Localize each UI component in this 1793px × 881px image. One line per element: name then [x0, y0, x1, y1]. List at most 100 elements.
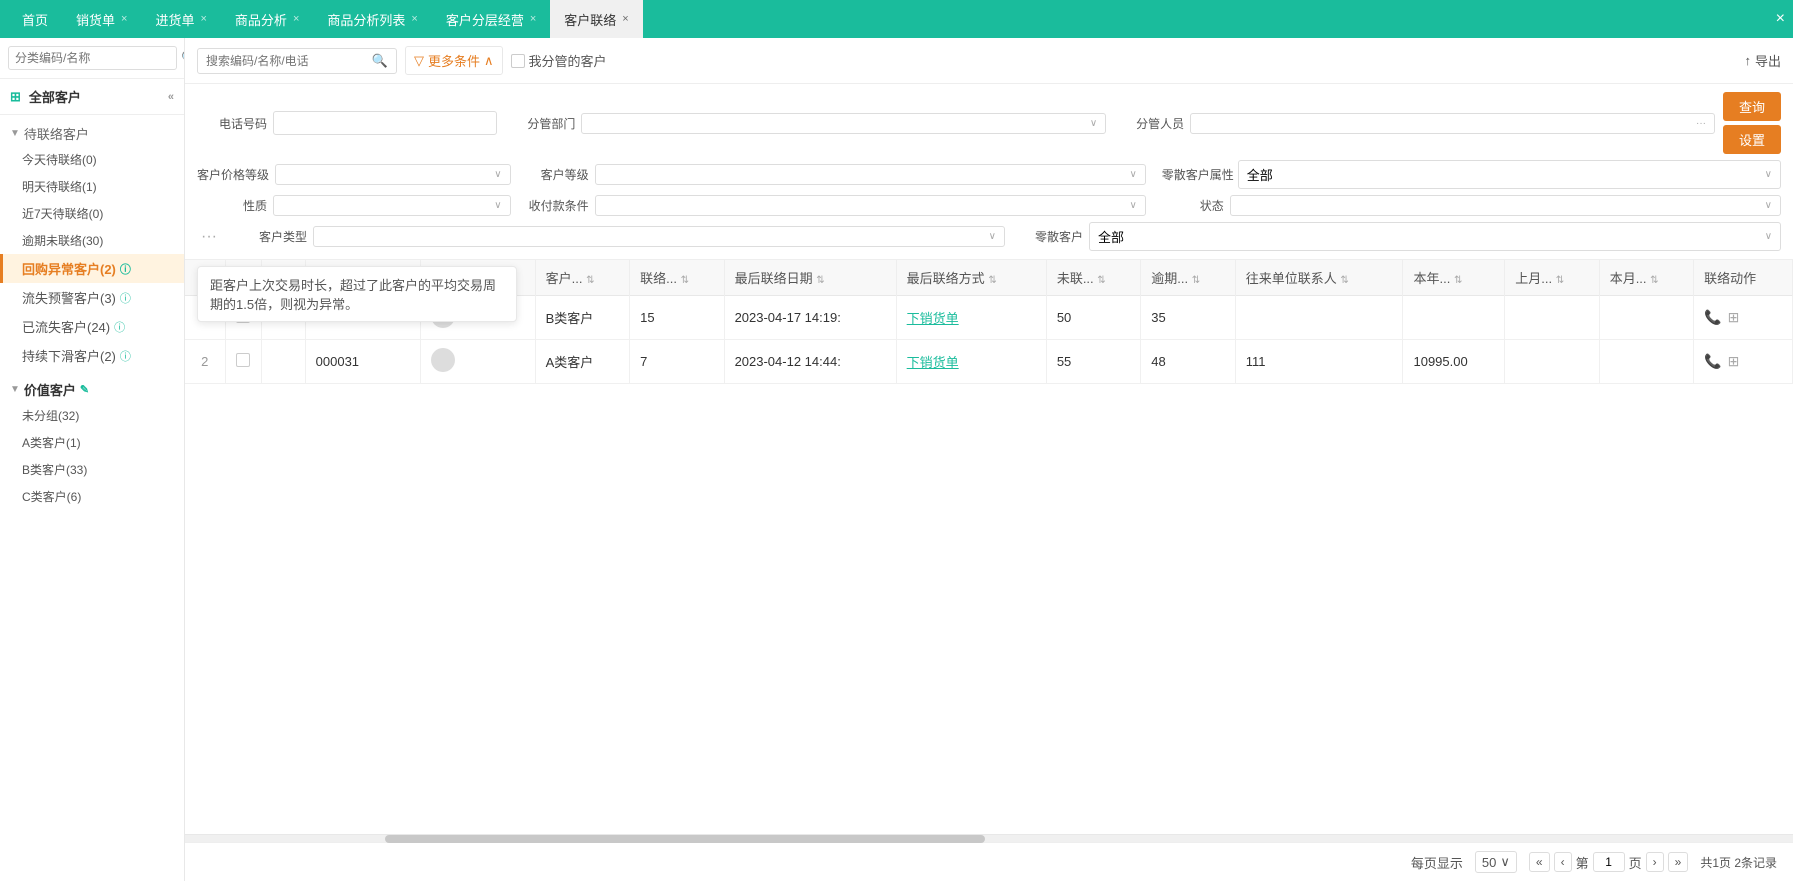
th-overdue[interactable]: 逾期... — [1141, 260, 1235, 296]
grid-icon: ⊞ — [10, 89, 21, 105]
sidebar-item-class-c[interactable]: C类客户(6) — [0, 483, 184, 510]
info-icon-repurchase[interactable]: ⓘ — [120, 261, 131, 277]
nav-item-analysis-list[interactable]: 商品分析列表 × — [313, 0, 431, 38]
last-method-link-2[interactable]: 下销货单 — [907, 355, 959, 370]
nav-item-customer-segment[interactable]: 客户分层经营 × — [432, 0, 550, 38]
info-icon-lost[interactable]: ⓘ — [114, 319, 125, 335]
filter-customer-type: 客户类型 ∨ — [237, 226, 1005, 247]
nav-close-customer-contact[interactable]: × — [622, 13, 628, 25]
retail-attr-select[interactable]: 全部 ∨ — [1238, 160, 1781, 189]
th-last-contact-method[interactable]: 最后联络方式 — [896, 260, 1046, 296]
info-icon-loss[interactable]: ⓘ — [120, 290, 131, 306]
sidebar-item-lost[interactable]: 已流失客户(24) ⓘ — [0, 312, 184, 341]
th-contact[interactable]: 联络... — [630, 260, 724, 296]
settings-button[interactable]: 设置 — [1723, 125, 1781, 154]
sidebar-collapse-btn[interactable]: « — [168, 91, 174, 103]
phone-input[interactable] — [273, 111, 497, 135]
value-group-edit-icon[interactable]: ✎ — [80, 383, 89, 396]
nav-close-purchase[interactable]: × — [200, 13, 206, 25]
nav-item-customer-contact[interactable]: 客户联络 × — [550, 0, 642, 38]
window-close-button[interactable]: × — [1776, 10, 1785, 28]
sidebar: 🔍 ⊞ 全部客户 « ▼ 待联络客户 今天待联络(0) 明天待联络(1) 近7天… — [0, 38, 185, 881]
cell-unread-2: 55 — [1046, 340, 1140, 384]
nav-item-purchase[interactable]: 进货单 × — [141, 0, 220, 38]
action-icon-grid-2[interactable]: ⊞ — [1728, 353, 1740, 370]
cell-this-month-1 — [1599, 296, 1693, 340]
sidebar-item-class-b[interactable]: B类客户(33) — [0, 456, 184, 483]
cell-unit-contact-1 — [1235, 296, 1403, 340]
info-icon-declining[interactable]: ⓘ — [120, 348, 131, 364]
sidebar-item-overdue[interactable]: 逾期未联络(30) — [0, 227, 184, 254]
search-input[interactable] — [206, 54, 368, 68]
cell-last-date-2: 2023-04-12 14:44: — [724, 340, 896, 384]
payment-select[interactable]: ∨ — [595, 195, 1146, 216]
more-conditions-btn[interactable]: ▽ 更多条件 ∧ — [405, 46, 503, 75]
nav-item-analysis[interactable]: 商品分析 × — [221, 0, 313, 38]
my-customers-check[interactable] — [511, 54, 525, 68]
filter-customer-level: 客户等级 ∨ — [519, 164, 1146, 185]
sidebar-search-input[interactable] — [8, 46, 177, 70]
gender-arrow: ∨ — [494, 200, 501, 211]
action-icon-phone-1[interactable]: 📞 — [1704, 309, 1721, 326]
th-last-month[interactable]: 上月... — [1505, 260, 1599, 296]
cell-last-month-1 — [1505, 296, 1599, 340]
filter-area: 电话号码 分管部门 ∨ 分管人员 ··· — [185, 84, 1793, 260]
action-icon-phone-2[interactable]: 📞 — [1704, 353, 1721, 370]
th-customer-type[interactable]: 客户... — [535, 260, 629, 296]
nav-close-sales[interactable]: × — [121, 13, 127, 25]
page-unit: 页 — [1629, 853, 1642, 872]
nav-item-home[interactable]: 首页 — [8, 0, 62, 38]
th-unread[interactable]: 未联... — [1046, 260, 1140, 296]
next-page-btn[interactable]: › — [1646, 852, 1664, 872]
sidebar-item-repurchase-abnormal[interactable]: 回购异常客户(2) ⓘ — [0, 254, 184, 283]
price-level-select[interactable]: ∨ — [275, 164, 511, 185]
nav-close-customer-segment[interactable]: × — [530, 13, 536, 25]
cell-overdue-2: 48 — [1141, 340, 1235, 384]
page-input[interactable] — [1593, 852, 1625, 872]
last-page-btn[interactable]: » — [1668, 852, 1689, 872]
sidebar-item-today[interactable]: 今天待联络(0) — [0, 146, 184, 173]
export-btn[interactable]: ↑ 导出 — [1744, 51, 1781, 70]
row2-checkbox[interactable] — [236, 353, 250, 367]
more-dots-btn[interactable]: ··· — [197, 228, 221, 246]
search-icon[interactable]: 🔍 — [372, 53, 388, 69]
gender-select[interactable]: ∨ — [273, 195, 511, 216]
th-unit-contact[interactable]: 往来单位联系人 — [1235, 260, 1403, 296]
person-dots: ··· — [1696, 118, 1706, 129]
sidebar-item-declining[interactable]: 持续下滑客户(2) ⓘ — [0, 341, 184, 370]
status-label: 状态 — [1154, 197, 1224, 214]
sidebar-group-pending[interactable]: ▼ 待联络客户 — [0, 119, 184, 146]
status-select[interactable]: ∨ — [1230, 195, 1781, 216]
sidebar-item-tomorrow[interactable]: 明天待联络(1) — [0, 173, 184, 200]
person-select[interactable]: ··· — [1190, 113, 1715, 134]
cell-empty-2 — [261, 340, 305, 384]
my-customers-checkbox[interactable]: 我分管的客户 — [511, 51, 607, 70]
customer-level-select[interactable]: ∨ — [595, 164, 1146, 185]
retail-select[interactable]: 全部 ∨ — [1089, 222, 1781, 251]
sidebar-value-group[interactable]: ▼ 价值客户 ✎ — [0, 374, 184, 402]
scrollbar-thumb[interactable] — [385, 835, 985, 843]
query-button[interactable]: 查询 — [1723, 92, 1781, 121]
customer-type-select[interactable]: ∨ — [313, 226, 1005, 247]
th-this-month[interactable]: 本月... — [1599, 260, 1693, 296]
filter-row-1: 电话号码 分管部门 ∨ 分管人员 ··· — [197, 92, 1781, 154]
cell-action-1: 📞 ⊞ — [1694, 296, 1793, 340]
cell-this-month-2 — [1599, 340, 1693, 384]
nav-close-analysis-list[interactable]: × — [411, 13, 417, 25]
sidebar-item-class-a[interactable]: A类客户(1) — [0, 429, 184, 456]
nav-close-analysis[interactable]: × — [293, 13, 299, 25]
sidebar-item-ungroup[interactable]: 未分组(32) — [0, 402, 184, 429]
prev-page-btn[interactable]: ‹ — [1554, 852, 1572, 872]
total-records: 共1页 2条记录 — [1700, 854, 1777, 871]
page-size-select[interactable]: 50 ∨ — [1475, 851, 1517, 873]
sidebar-item-7days[interactable]: 近7天待联络(0) — [0, 200, 184, 227]
dept-select[interactable]: ∨ — [581, 113, 1106, 134]
th-this-year[interactable]: 本年... — [1403, 260, 1505, 296]
horizontal-scrollbar[interactable] — [185, 834, 1793, 842]
action-icon-grid-1[interactable]: ⊞ — [1728, 309, 1740, 326]
th-last-contact-date[interactable]: 最后联络日期 — [724, 260, 896, 296]
last-method-link-1[interactable]: 下销货单 — [907, 311, 959, 326]
first-page-btn[interactable]: « — [1529, 852, 1550, 872]
sidebar-item-loss-warning[interactable]: 流失预警客户(3) ⓘ — [0, 283, 184, 312]
nav-item-sales[interactable]: 销货单 × — [62, 0, 141, 38]
